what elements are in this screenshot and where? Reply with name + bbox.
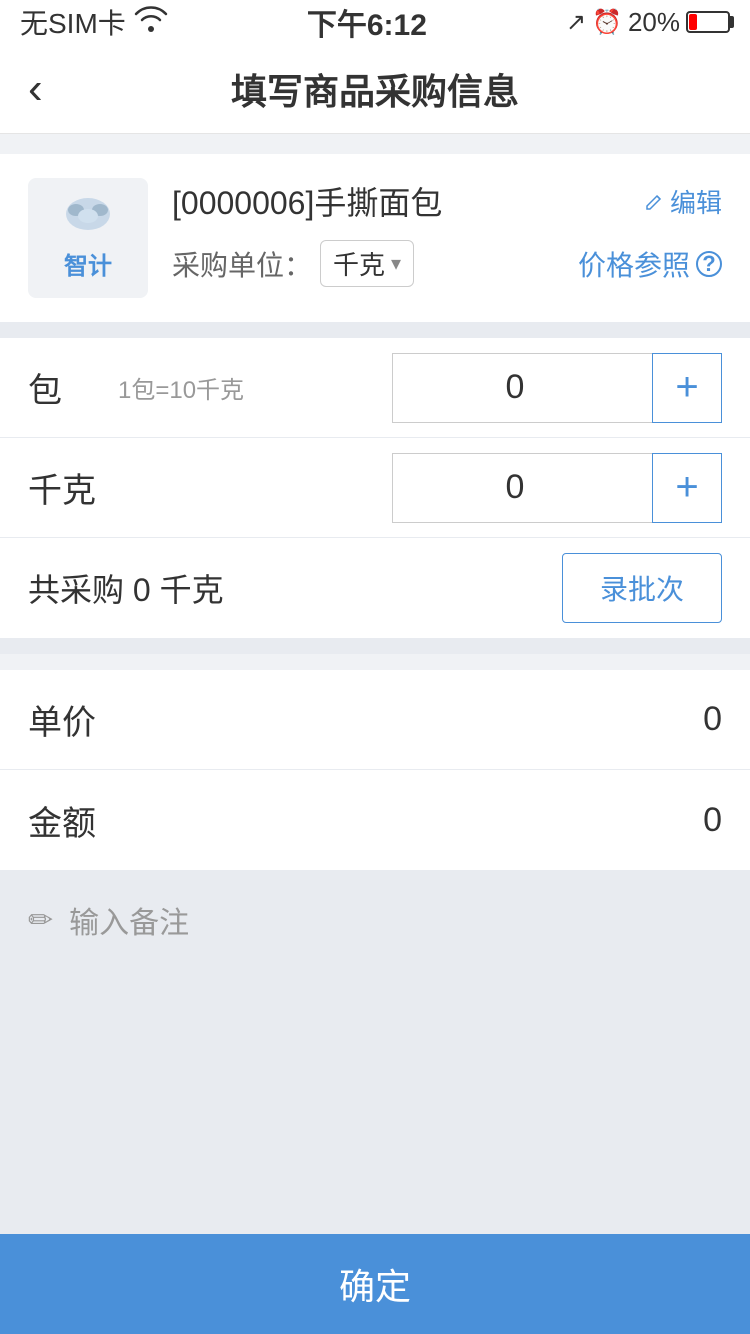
price-value: 0 bbox=[703, 700, 722, 739]
info-icon: ? bbox=[696, 251, 722, 277]
input-section: 包 1包=10千克 + 千克 + 共采购 0 千克 录批次 bbox=[0, 338, 750, 638]
price-ref-label: 价格参照 bbox=[578, 244, 690, 284]
unit-select[interactable]: 千克 ▾ bbox=[320, 240, 414, 287]
kg-plus-button[interactable]: + bbox=[652, 453, 722, 523]
product-info: [0000006]手撕面包 编辑 采购单位： 千克 ▾ 价格参照 ? bbox=[172, 178, 722, 287]
amount-label: 金额 bbox=[28, 796, 96, 845]
carrier-label: 无SIM卡 bbox=[20, 2, 126, 42]
status-time: 下午6:12 bbox=[307, 0, 427, 44]
confirm-button[interactable]: 确定 bbox=[0, 1234, 750, 1334]
status-left: 无SIM卡 bbox=[20, 2, 168, 42]
wifi-icon bbox=[134, 6, 168, 39]
product-image: 智计 bbox=[28, 178, 148, 298]
remark-placeholder: ✏ 输入备注 bbox=[28, 898, 722, 942]
unit-label: 采购单位： bbox=[172, 244, 312, 284]
info-section: 单价 0 金额 0 bbox=[0, 670, 750, 870]
unit-value: 千克 bbox=[333, 245, 385, 282]
bag-input-group: + bbox=[392, 353, 722, 423]
kg-input[interactable] bbox=[392, 453, 652, 523]
pencil-icon: ✏ bbox=[28, 903, 53, 938]
bag-input-row: 包 1包=10千克 + bbox=[0, 338, 750, 438]
bag-label: 包 bbox=[28, 363, 108, 412]
remark-section[interactable]: ✏ 输入备注 bbox=[0, 870, 750, 990]
page-title: 填写商品采购信息 bbox=[231, 63, 519, 115]
status-right: ↗ ⏰ 20% bbox=[566, 7, 730, 38]
kg-input-group: + bbox=[392, 453, 722, 523]
product-card: 智计 [0000006]手撕面包 编辑 采购单位： 千克 ▾ 价格参照 bbox=[0, 154, 750, 322]
chevron-down-icon: ▾ bbox=[391, 251, 401, 276]
product-unit-row: 采购单位： 千克 ▾ 价格参照 ? bbox=[172, 240, 722, 287]
kg-label: 千克 bbox=[28, 463, 108, 512]
batch-button[interactable]: 录批次 bbox=[562, 553, 722, 623]
status-bar: 无SIM卡 下午6:12 ↗ ⏰ 20% bbox=[0, 0, 750, 44]
price-ref-button[interactable]: 价格参照 ? bbox=[578, 244, 722, 284]
edit-label: 编辑 bbox=[670, 183, 722, 220]
price-label: 单价 bbox=[28, 695, 96, 744]
divider-2 bbox=[0, 638, 750, 654]
remark-placeholder-text: 输入备注 bbox=[69, 898, 189, 942]
amount-row: 金额 0 bbox=[0, 770, 750, 870]
product-logo-text: 智计 bbox=[64, 246, 112, 281]
battery-icon bbox=[686, 11, 730, 33]
nav-bar: ‹ 填写商品采购信息 bbox=[0, 44, 750, 134]
product-full-name: [0000006]手撕面包 bbox=[172, 178, 442, 224]
alarm-icon: ⏰ bbox=[592, 8, 622, 37]
edit-button[interactable]: 编辑 bbox=[644, 183, 722, 220]
price-row: 单价 0 bbox=[0, 670, 750, 770]
kg-input-row: 千克 + bbox=[0, 438, 750, 538]
bag-sub-label: 1包=10千克 bbox=[118, 370, 244, 405]
location-icon: ↗ bbox=[566, 8, 586, 37]
bag-plus-button[interactable]: + bbox=[652, 353, 722, 423]
amount-value: 0 bbox=[703, 801, 722, 840]
battery-percent: 20% bbox=[628, 7, 680, 38]
summary-text: 共采购 0 千克 bbox=[28, 565, 224, 611]
back-button[interactable]: ‹ bbox=[28, 67, 43, 111]
product-name-row: [0000006]手撕面包 编辑 bbox=[172, 178, 722, 224]
summary-row: 共采购 0 千克 录批次 bbox=[0, 538, 750, 638]
divider-1 bbox=[0, 322, 750, 338]
bag-input[interactable] bbox=[392, 353, 652, 423]
